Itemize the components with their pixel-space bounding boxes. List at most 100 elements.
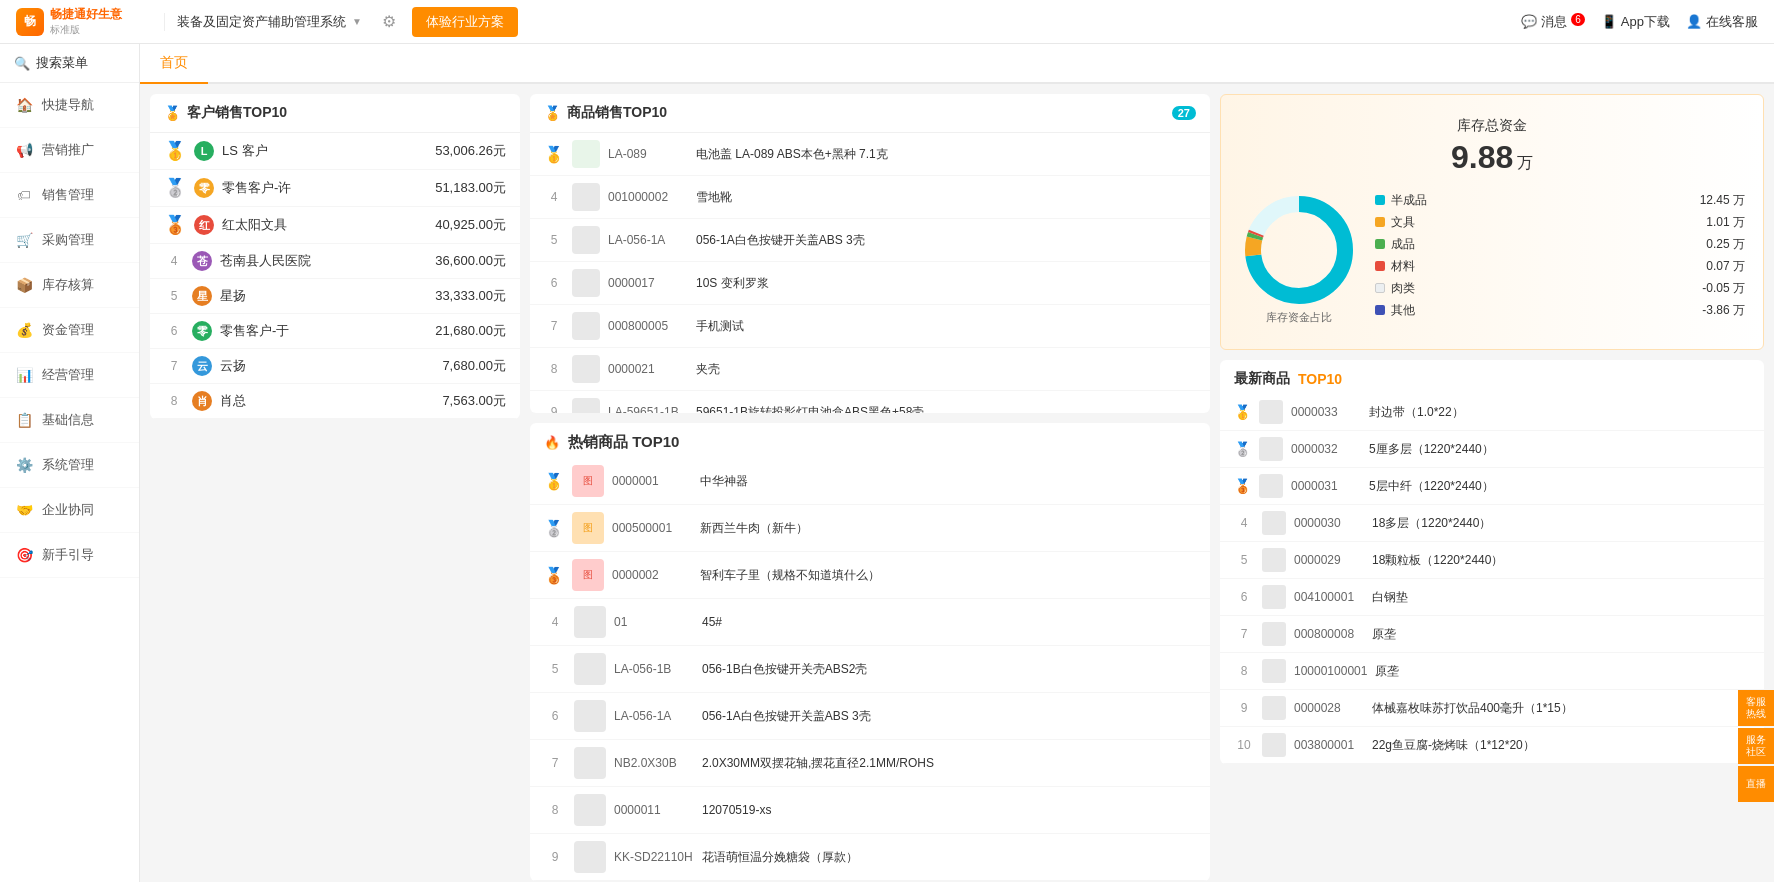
list-item: 🥉 图 0000002 智利车子里（规格不知道填什么） bbox=[530, 552, 1210, 599]
rank-medal: 🥉 bbox=[1234, 478, 1251, 494]
right-column: 库存总资金 9.88 万 bbox=[1220, 94, 1764, 881]
table-row: 6 零 零售客户-于 21,680.00元 bbox=[150, 314, 520, 349]
product-image bbox=[1262, 511, 1286, 535]
list-item: 7 000800008 原垄 bbox=[1220, 616, 1764, 653]
list-item: 5 0000029 18颗粒板（1220*2440） bbox=[1220, 542, 1764, 579]
rank-1-medal: 🥇 bbox=[164, 140, 186, 162]
sidebar-item-inventory[interactable]: 📦 库存核算 bbox=[0, 263, 139, 308]
rank-3-medal: 🥉 bbox=[164, 214, 186, 236]
product-sales-card: 🏅 商品销售TOP10 27 🥇 LA-089 电池盖 LA-089 ABS本色… bbox=[530, 94, 1210, 413]
list-item: 8 0000021 夹壳 bbox=[530, 348, 1210, 391]
product-image bbox=[1262, 696, 1286, 720]
product-image bbox=[572, 398, 600, 413]
product-image bbox=[574, 653, 606, 685]
legend-color bbox=[1375, 283, 1385, 293]
trial-button[interactable]: 体验行业方案 bbox=[412, 7, 518, 37]
list-item: 9 LA-59651-1B 59651-1B旋转投影灯电池盒ABS黑色+58壳 bbox=[530, 391, 1210, 413]
inventory-card: 库存总资金 9.88 万 bbox=[1220, 94, 1764, 350]
product-image bbox=[572, 140, 600, 168]
service-icon: 👤 bbox=[1686, 14, 1702, 29]
list-item: 5 LA-056-1A 056-1A白色按键开关盖ABS 3壳 bbox=[530, 219, 1210, 262]
rank-medal: 🥉 bbox=[544, 566, 564, 585]
top-bar: 畅 畅捷通好生意 标准版 装备及固定资产辅助管理系统 ▼ ⚙ 体验行业方案 💬 … bbox=[0, 0, 1774, 44]
hot-products-card: 🔥 热销商品 TOP10 🥇 图 0000001 中华神器 🥈 bbox=[530, 423, 1210, 881]
list-item: 6 004100001 白钢垫 bbox=[1220, 579, 1764, 616]
logo-text: 畅捷通好生意 标准版 bbox=[50, 6, 122, 37]
rank-medal: 🥇 bbox=[544, 145, 564, 164]
legend-color bbox=[1375, 195, 1385, 205]
list-item: 9 KK-SD22110H 花语萌恒温分娩糖袋（厚款） bbox=[530, 834, 1210, 881]
product-image bbox=[572, 183, 600, 211]
customer-ranking-header: 🏅 客户销售TOP10 bbox=[150, 94, 520, 133]
tab-home[interactable]: 首页 bbox=[140, 44, 208, 84]
rank-badge: 云 bbox=[192, 356, 212, 376]
list-item: 8 0000011 12070519-xs bbox=[530, 787, 1210, 834]
sidebar-item-purchase[interactable]: 🛒 采购管理 bbox=[0, 218, 139, 263]
live-button[interactable]: 直播 bbox=[1738, 766, 1774, 802]
product-sales-header: 🏅 商品销售TOP10 27 bbox=[530, 94, 1210, 133]
inventory-icon: 📦 bbox=[14, 275, 34, 295]
sidebar: 🔍 搜索菜单 🏠 快捷导航 📢 营销推广 🏷 销售管理 🛒 采购管理 📦 库存核… bbox=[0, 44, 140, 882]
rank-badge: 星 bbox=[192, 286, 212, 306]
trophy-icon: 🏅 bbox=[544, 105, 561, 121]
rank-badge: 零 bbox=[194, 178, 214, 198]
rank-medal: 🥇 bbox=[544, 472, 564, 491]
list-item: 4 01 45# bbox=[530, 599, 1210, 646]
product-image bbox=[1259, 437, 1283, 461]
sidebar-item-system[interactable]: ⚙️ 系统管理 bbox=[0, 443, 139, 488]
product-badge: 27 bbox=[1172, 106, 1196, 120]
product-image bbox=[1262, 659, 1286, 683]
message-button[interactable]: 💬 消息 6 bbox=[1521, 13, 1585, 31]
product-image bbox=[1259, 400, 1283, 424]
rank-badge: L bbox=[194, 141, 214, 161]
legend-color bbox=[1375, 261, 1385, 271]
rank-badge: 零 bbox=[192, 321, 212, 341]
sales-icon: 🏷 bbox=[14, 185, 34, 205]
system-selector[interactable]: 装备及固定资产辅助管理系统 ▼ bbox=[164, 13, 374, 31]
list-item: 🥇 LA-089 电池盖 LA-089 ABS本色+黑种 7.1克 bbox=[530, 133, 1210, 176]
customer-ranking-card: 🏅 客户销售TOP10 🥇 L LS 客户 53,006.26元 🥈 零 零售客… bbox=[150, 94, 520, 419]
sidebar-item-guide[interactable]: 🎯 新手引导 bbox=[0, 533, 139, 578]
table-row: 🥈 零 零售客户-许 51,183.00元 bbox=[150, 170, 520, 207]
inventory-title-area: 库存总资金 9.88 万 bbox=[1239, 109, 1745, 180]
list-item: 4 0000030 18多层（1220*2440） bbox=[1220, 505, 1764, 542]
sidebar-item-finance[interactable]: 💰 资金管理 bbox=[0, 308, 139, 353]
rank-medal: 🥇 bbox=[1234, 404, 1251, 420]
product-image bbox=[1259, 474, 1283, 498]
sidebar-item-basic[interactable]: 📋 基础信息 bbox=[0, 398, 139, 443]
medal-icon: 🏅 bbox=[164, 105, 181, 121]
list-item: 🥈 0000032 5厘多层（1220*2440） bbox=[1220, 431, 1764, 468]
logo-icon: 畅 bbox=[16, 8, 44, 36]
sidebar-item-sales[interactable]: 🏷 销售管理 bbox=[0, 173, 139, 218]
product-image bbox=[574, 841, 606, 873]
sidebar-item-quick-nav[interactable]: 🏠 快捷导航 bbox=[0, 83, 139, 128]
legend-item: 半成品 12.45 万 bbox=[1375, 192, 1745, 209]
legend-item: 成品 0.25 万 bbox=[1375, 236, 1745, 253]
sidebar-item-corp[interactable]: 🤝 企业协同 bbox=[0, 488, 139, 533]
finance-icon: 💰 bbox=[14, 320, 34, 340]
sidebar-item-marketing[interactable]: 📢 营销推广 bbox=[0, 128, 139, 173]
settings-icon[interactable]: ⚙ bbox=[374, 7, 404, 37]
list-item: 6 LA-056-1A 056-1A白色按键开关盖ABS 3壳 bbox=[530, 693, 1210, 740]
product-image bbox=[572, 355, 600, 383]
rank-badge: 红 bbox=[194, 215, 214, 235]
float-service: 客服 热线 服务 社区 直播 bbox=[1738, 690, 1774, 802]
sidebar-item-operation[interactable]: 📊 经营管理 bbox=[0, 353, 139, 398]
main-content: 首页 🏅 客户销售TOP10 🥇 L LS 客户 53,006.26元 bbox=[140, 44, 1774, 882]
search-menu[interactable]: 🔍 搜索菜单 bbox=[0, 44, 139, 83]
app-download-button[interactable]: 📱 App下载 bbox=[1601, 13, 1670, 31]
new-products-list: 🥇 0000033 封边带（1.0*22） 🥈 0000032 5厘多层（122… bbox=[1220, 394, 1764, 764]
list-item: 🥉 0000031 5层中纤（1220*2440） bbox=[1220, 468, 1764, 505]
tab-bar: 首页 bbox=[140, 44, 1774, 84]
customer-service-button[interactable]: 客服 热线 bbox=[1738, 690, 1774, 726]
dropdown-icon[interactable]: ▼ bbox=[352, 16, 362, 27]
product-image bbox=[574, 747, 606, 779]
community-button[interactable]: 服务 社区 bbox=[1738, 728, 1774, 764]
legend-color bbox=[1375, 239, 1385, 249]
system-name: 装备及固定资产辅助管理系统 bbox=[177, 13, 346, 31]
legend-item: 肉类 -0.05 万 bbox=[1375, 280, 1745, 297]
online-service-button[interactable]: 👤 在线客服 bbox=[1686, 13, 1758, 31]
rank-2-medal: 🥈 bbox=[164, 177, 186, 199]
legend-item: 文具 1.01 万 bbox=[1375, 214, 1745, 231]
rank-badge: 肖 bbox=[192, 391, 212, 411]
